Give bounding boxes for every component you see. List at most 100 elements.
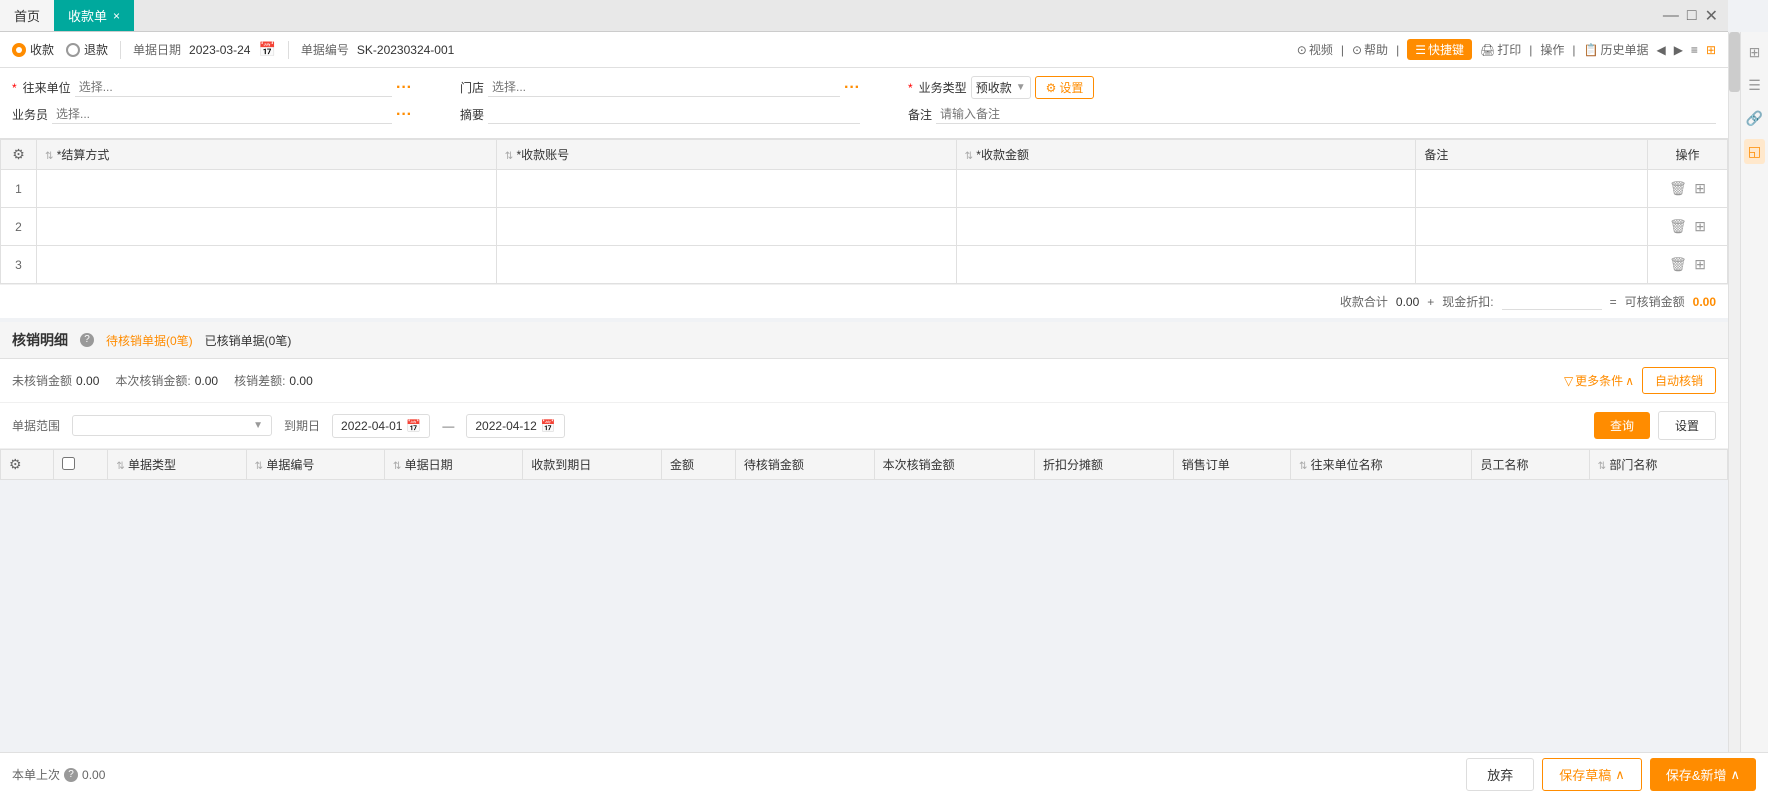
th-gear[interactable]: ⚙ — [1, 140, 37, 170]
date-calendar-icon[interactable]: 📅 — [258, 41, 275, 58]
radio-tuikuan[interactable]: 退款 — [66, 41, 108, 58]
video-btn[interactable]: ⊙ 视频 — [1297, 41, 1333, 58]
salesman-input[interactable] — [52, 105, 392, 124]
date-to-value: 2022-04-12 — [475, 419, 536, 433]
range-select[interactable]: ▼ — [72, 415, 272, 436]
radio-shoukuan[interactable]: 收款 — [12, 41, 54, 58]
operate-btn[interactable]: 操作 — [1540, 41, 1564, 58]
help-btn[interactable]: ⊙ 帮助 — [1352, 41, 1388, 58]
range-chevron-icon: ▼ — [253, 420, 263, 431]
tab-bar: 首页 收款单 × — □ ✕ — [0, 0, 1728, 32]
sidebar-list-icon[interactable]: ☰ — [1744, 73, 1765, 98]
window-close-icon[interactable]: ✕ — [1705, 6, 1718, 26]
row2-delete-icon[interactable]: 🗑 — [1669, 218, 1687, 234]
toolbar-right: ⊙ 视频 | ⊙ 帮助 | ☰ 快捷键 🖨 打印 | 操作 | � — [1297, 39, 1716, 60]
row2-account[interactable] — [496, 208, 956, 246]
row2-amount[interactable] — [956, 208, 1416, 246]
total-label: 收款合计 — [1340, 293, 1388, 310]
query-btn[interactable]: 查询 — [1594, 412, 1650, 439]
footer-info-icon[interactable]: ? — [64, 768, 78, 782]
abandon-btn[interactable]: 放弃 — [1466, 758, 1534, 791]
biztype-select[interactable]: 预收款 ▼ — [971, 76, 1031, 99]
summary-row: 收款合计 0.00 + 现金折扣: = 可核销金额 0.00 — [0, 284, 1728, 318]
auto-reconcile-btn[interactable]: 自动核销 — [1642, 367, 1716, 394]
sidebar-expand-icon[interactable]: ◱ — [1744, 139, 1765, 164]
reconcile-info-icon[interactable]: ? — [80, 333, 94, 347]
video-icon: ⊙ — [1297, 43, 1307, 57]
summary-input[interactable] — [488, 105, 860, 124]
main-table-wrapper: ⚙ ⇅ *结算方式 ⇅ *收款账号 ⇅ *收款金额 — [0, 139, 1728, 318]
store-more-icon[interactable]: ··· — [844, 79, 860, 97]
bottom-table-wrapper: ⚙ ⇅ 单据类型 ⇅ 单据编号 ⇅ 单据日期 收款到期日 — [0, 449, 1728, 480]
row2-settlement[interactable] — [37, 208, 497, 246]
panel-icon[interactable]: ⊞ — [1706, 43, 1716, 57]
row3-amount[interactable] — [956, 246, 1416, 284]
row1-remark[interactable] — [1416, 170, 1648, 208]
more-conditions-btn[interactable]: ▽ 更多条件 ∧ — [1564, 372, 1634, 389]
row1-copy-icon[interactable]: ⊞ — [1694, 180, 1706, 196]
unreconciled-label: 未核销金额 — [12, 372, 72, 389]
filter-settings-btn[interactable]: 设置 — [1658, 411, 1716, 440]
row3-remark[interactable] — [1416, 246, 1648, 284]
store-label: 门店 — [460, 79, 484, 96]
row1-account[interactable] — [496, 170, 956, 208]
scroll-thumb[interactable] — [1729, 32, 1740, 92]
partner-input[interactable] — [75, 78, 392, 97]
history-btn[interactable]: 📋 历史单据 — [1583, 41, 1648, 58]
form-settings-btn[interactable]: ⚙ 设置 — [1035, 76, 1095, 99]
select-all-checkbox[interactable] — [62, 457, 75, 470]
sort-icon2: ⇅ — [505, 151, 513, 162]
salesman-more-icon[interactable]: ··· — [396, 106, 412, 124]
radio-dot-empty — [66, 43, 80, 57]
bottom-gear-icon[interactable]: ⚙ — [9, 456, 22, 472]
save-btn[interactable]: 保存&新增 ∧ — [1650, 758, 1756, 791]
current-stat: 本次核销金额: 0.00 — [115, 372, 218, 389]
bth-gear[interactable]: ⚙ — [1, 450, 54, 480]
video-label: 视频 — [1309, 41, 1333, 58]
biztype-value: 预收款 — [976, 79, 1012, 96]
right-sidebar: ⊞ ☰ 🔗 ◱ — [1740, 32, 1768, 796]
sidebar-link-icon[interactable]: 🔗 — [1742, 106, 1767, 131]
row3-account[interactable] — [496, 246, 956, 284]
form-row-2: 业务员 ··· 摘要 备注 — [12, 105, 1716, 124]
row1-delete-icon[interactable]: 🗑 — [1669, 180, 1687, 196]
row3-delete-icon[interactable]: 🗑 — [1669, 256, 1687, 272]
table-gear-icon[interactable]: ⚙ — [12, 146, 25, 162]
history-label: 历史单据 — [1600, 41, 1648, 58]
bth-employee: 员工名称 — [1472, 450, 1589, 480]
row3-copy-icon[interactable]: ⊞ — [1694, 256, 1706, 272]
th-account-label: *收款账号 — [517, 148, 570, 162]
window-max-icon[interactable]: □ — [1687, 7, 1697, 25]
tab-close-icon[interactable]: × — [113, 9, 120, 23]
diff-value: 0.00 — [289, 374, 312, 388]
draft-btn[interactable]: 保存草稿 ∧ — [1542, 758, 1642, 791]
row1-amount[interactable] — [956, 170, 1416, 208]
date-to-picker[interactable]: 2022-04-12 📅 — [466, 414, 564, 438]
window-min-icon[interactable]: — — [1663, 7, 1679, 25]
pending-tab[interactable]: 待核销单据(0笔) — [106, 332, 193, 349]
bth-dept-label: 部门名称 — [1609, 458, 1657, 472]
row2-remark[interactable] — [1416, 208, 1648, 246]
total-value: 0.00 — [1396, 295, 1419, 309]
print-btn[interactable]: 🖨 打印 — [1480, 41, 1521, 58]
done-tab[interactable]: 已核销单据(0笔) — [205, 332, 292, 349]
discount-input[interactable] — [1502, 293, 1602, 310]
tab-home[interactable]: 首页 — [0, 0, 54, 31]
scrollbar[interactable] — [1728, 32, 1740, 752]
sidebar-table-icon[interactable]: ⊞ — [1745, 40, 1765, 65]
bth-dept: ⇅ 部门名称 — [1589, 450, 1727, 480]
bth-checkbox[interactable] — [54, 450, 108, 480]
main-table: ⚙ ⇅ *结算方式 ⇅ *收款账号 ⇅ *收款金额 — [0, 139, 1728, 284]
store-input[interactable] — [488, 78, 840, 97]
bth-employee-label: 员工名称 — [1480, 458, 1528, 472]
row1-settlement[interactable] — [37, 170, 497, 208]
row2-copy-icon[interactable]: ⊞ — [1694, 218, 1706, 234]
chevron-up-icon: ∧ — [1625, 374, 1634, 388]
shortcut-btn[interactable]: ☰ 快捷键 — [1407, 39, 1472, 60]
tab-shoukuan[interactable]: 收款单 × — [54, 0, 134, 31]
date-from-picker[interactable]: 2022-04-01 📅 — [332, 414, 430, 438]
remark-input[interactable] — [936, 105, 1716, 124]
partner-more-icon[interactable]: ··· — [396, 79, 412, 97]
layout-icon[interactable]: ≡ — [1691, 43, 1698, 57]
row3-settlement[interactable] — [37, 246, 497, 284]
